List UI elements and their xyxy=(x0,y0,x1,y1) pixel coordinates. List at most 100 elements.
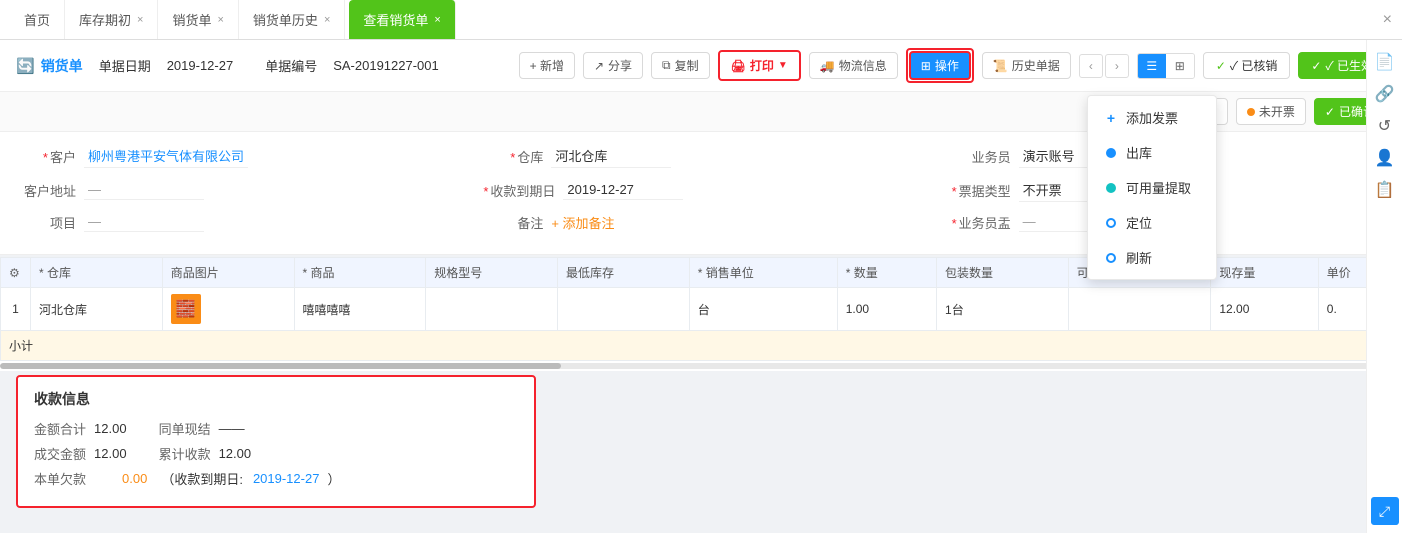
sidebar-icon-4[interactable]: 👤 xyxy=(1371,144,1399,172)
sidebar-icon-5[interactable]: 📋 xyxy=(1371,176,1399,204)
cancelled-status-button[interactable]: ✓ ✓ 已核销 xyxy=(1203,52,1291,79)
balance-note: （收款到期日: xyxy=(161,469,243,488)
new-button[interactable]: + 新增 xyxy=(519,52,575,79)
pack-qty-col-header: 包装数量 xyxy=(937,258,1069,288)
customer-field: 客户 柳州粤港平安气体有限公司 xyxy=(16,144,451,168)
doc-header: 🔄 销货单 单据日期 2019-12-27 单据编号 SA-20191227-0… xyxy=(0,40,1402,92)
history-button[interactable]: 📜 历史单据 xyxy=(982,52,1071,79)
amount-total-value: 12.00 xyxy=(94,421,127,436)
add-invoice-icon: + xyxy=(1104,111,1118,125)
payment-row-3: 本单欠款 0.00 （收款到期日: 2019-12-27 ） xyxy=(34,469,518,488)
tab-sales[interactable]: 销货单 × xyxy=(158,0,238,39)
image-col-header: 商品图片 xyxy=(162,258,294,288)
grid-view-button[interactable]: ⊞ xyxy=(1166,54,1194,78)
row-spec xyxy=(426,288,558,331)
balance-date: 2019-12-27 xyxy=(253,471,320,486)
row-current-stock: 12.00 xyxy=(1211,288,1318,331)
add-invoice-item[interactable]: + 添加发票 xyxy=(1088,100,1216,135)
copy-button[interactable]: ⧉ 复制 xyxy=(651,52,710,79)
print-highlight: 🖨 打印 ▼ xyxy=(718,50,801,81)
invoice-dot-icon xyxy=(1247,108,1255,116)
sidebar-expand-button[interactable]: ⤢ xyxy=(1371,497,1399,525)
tab-view-sales-close[interactable]: × xyxy=(434,14,440,26)
transaction-label: 成交金额 xyxy=(34,444,86,463)
doc-meta: 单据日期 2019-12-27 单据编号 SA-20191227-001 xyxy=(99,56,439,75)
horizontal-scrollbar[interactable] xyxy=(0,363,1402,369)
payment-row-1: 金额合计 12.00 同单现结 —— xyxy=(34,419,518,438)
share-button[interactable]: ↗ 分享 xyxy=(583,52,643,79)
sidebar-icon-1[interactable]: 📄 xyxy=(1371,48,1399,76)
row-image: 🧱 xyxy=(162,288,294,331)
refresh-item[interactable]: 刷新 xyxy=(1088,240,1216,275)
print-button[interactable]: 🖨 打印 ▼ xyxy=(721,53,798,78)
transaction-value: 12.00 xyxy=(94,446,127,461)
cumulative-label: 累计收款 xyxy=(159,444,211,463)
tab-home[interactable]: 首页 xyxy=(10,0,65,39)
min-stock-col-header: 最低库存 xyxy=(558,258,690,288)
operations-dropdown: + 添加发票 出库 可用量提取 定位 刷新 xyxy=(1087,95,1217,280)
customer-value[interactable]: 柳州粤港平安气体有限公司 xyxy=(84,144,248,168)
tab-sales-history-close[interactable]: × xyxy=(324,14,330,26)
row-quantity: 1.00 xyxy=(837,288,936,331)
prev-button[interactable]: ‹ xyxy=(1079,54,1103,78)
current-stock-col-header: 现存量 xyxy=(1211,258,1318,288)
grid-icon: ⊞ xyxy=(921,59,931,73)
check-icon-cancelled: ✓ xyxy=(1216,59,1226,73)
tab-sales-history[interactable]: 销货单历史 × xyxy=(239,0,345,39)
not-open-button[interactable]: 未开票 xyxy=(1236,98,1306,125)
balance-value: 0.00 xyxy=(122,471,147,486)
same-order-field: 同单现结 —— xyxy=(159,419,245,438)
locate-item[interactable]: 定位 xyxy=(1088,205,1216,240)
doc-title-text: 销货单 xyxy=(41,56,83,76)
quantity-col-header: * 数量 xyxy=(837,258,936,288)
doc-date-value: 2019-12-27 xyxy=(167,58,234,73)
operations-button[interactable]: ⊞ 操作 xyxy=(909,51,971,80)
row-min-stock xyxy=(558,288,690,331)
row-index: 1 xyxy=(1,288,31,331)
copy-icon: ⧉ xyxy=(662,58,671,73)
tab-sales-close[interactable]: × xyxy=(217,14,223,26)
payment-date-label: 收款到期日 xyxy=(483,181,555,200)
refresh-icon xyxy=(1104,251,1118,265)
next-button[interactable]: › xyxy=(1105,54,1129,78)
settings-col-header[interactable]: ⚙ xyxy=(1,258,31,288)
warehouse-field: 仓库 河北仓库 xyxy=(483,144,918,168)
tab-bar: 首页 库存期初 × 销货单 × 销货单历史 × 查看销货单 × × xyxy=(0,0,1402,40)
row-unit: 台 xyxy=(689,288,837,331)
doc-icon: 🔄 xyxy=(16,57,35,75)
row-warehouse: 河北仓库 xyxy=(31,288,163,331)
subtotal-cell: 小计 xyxy=(1,331,1402,361)
logistics-button[interactable]: 🚚 物流信息 xyxy=(809,52,898,79)
outbound-item[interactable]: 出库 xyxy=(1088,135,1216,170)
remark-field: 备注 + 添加备注 xyxy=(483,213,918,232)
tab-inventory[interactable]: 库存期初 × xyxy=(65,0,158,39)
available-qty-item[interactable]: 可用量提取 xyxy=(1088,170,1216,205)
add-remark-button[interactable]: + 添加备注 xyxy=(551,213,614,232)
staff-label: 业务员 xyxy=(951,147,1011,166)
doc-title: 🔄 销货单 xyxy=(16,56,83,76)
doc-date-label: 单据日期 xyxy=(99,56,151,75)
check-icon-effective: ✓ xyxy=(1311,59,1321,73)
sidebar-icon-3[interactable]: ↺ xyxy=(1371,112,1399,140)
sidebar-icon-2[interactable]: 🔗 xyxy=(1371,80,1399,108)
history-icon: 📜 xyxy=(993,59,1008,73)
tab-inventory-close[interactable]: × xyxy=(137,14,143,26)
address-field: 客户地址 — xyxy=(16,180,451,200)
tab-view-sales[interactable]: 查看销货单 × xyxy=(349,0,455,39)
transaction-field: 成交金额 12.00 xyxy=(34,444,127,463)
warehouse-value: 河北仓库 xyxy=(551,144,671,168)
project-field: 项目 — xyxy=(16,212,451,232)
balance-label: 本单欠款 xyxy=(34,469,114,488)
spec-col-header: 规格型号 xyxy=(426,258,558,288)
payment-row-2: 成交金额 12.00 累计收款 12.00 xyxy=(34,444,518,463)
cumulative-field: 累计收款 12.00 xyxy=(159,444,252,463)
address-label: 客户地址 xyxy=(16,181,76,200)
print-dropdown-arrow: ▼ xyxy=(778,60,788,71)
doc-number-label: 单据编号 xyxy=(265,56,317,75)
list-view-button[interactable]: ☰ xyxy=(1138,54,1166,78)
amount-total-field: 金额合计 12.00 xyxy=(34,419,127,438)
window-close-icon[interactable]: × xyxy=(1383,11,1392,29)
unit-col-header: * 销售单位 xyxy=(689,258,837,288)
balance-field: 本单欠款 0.00 （收款到期日: 2019-12-27 ） xyxy=(34,469,340,488)
scrollbar-thumb xyxy=(0,363,561,369)
